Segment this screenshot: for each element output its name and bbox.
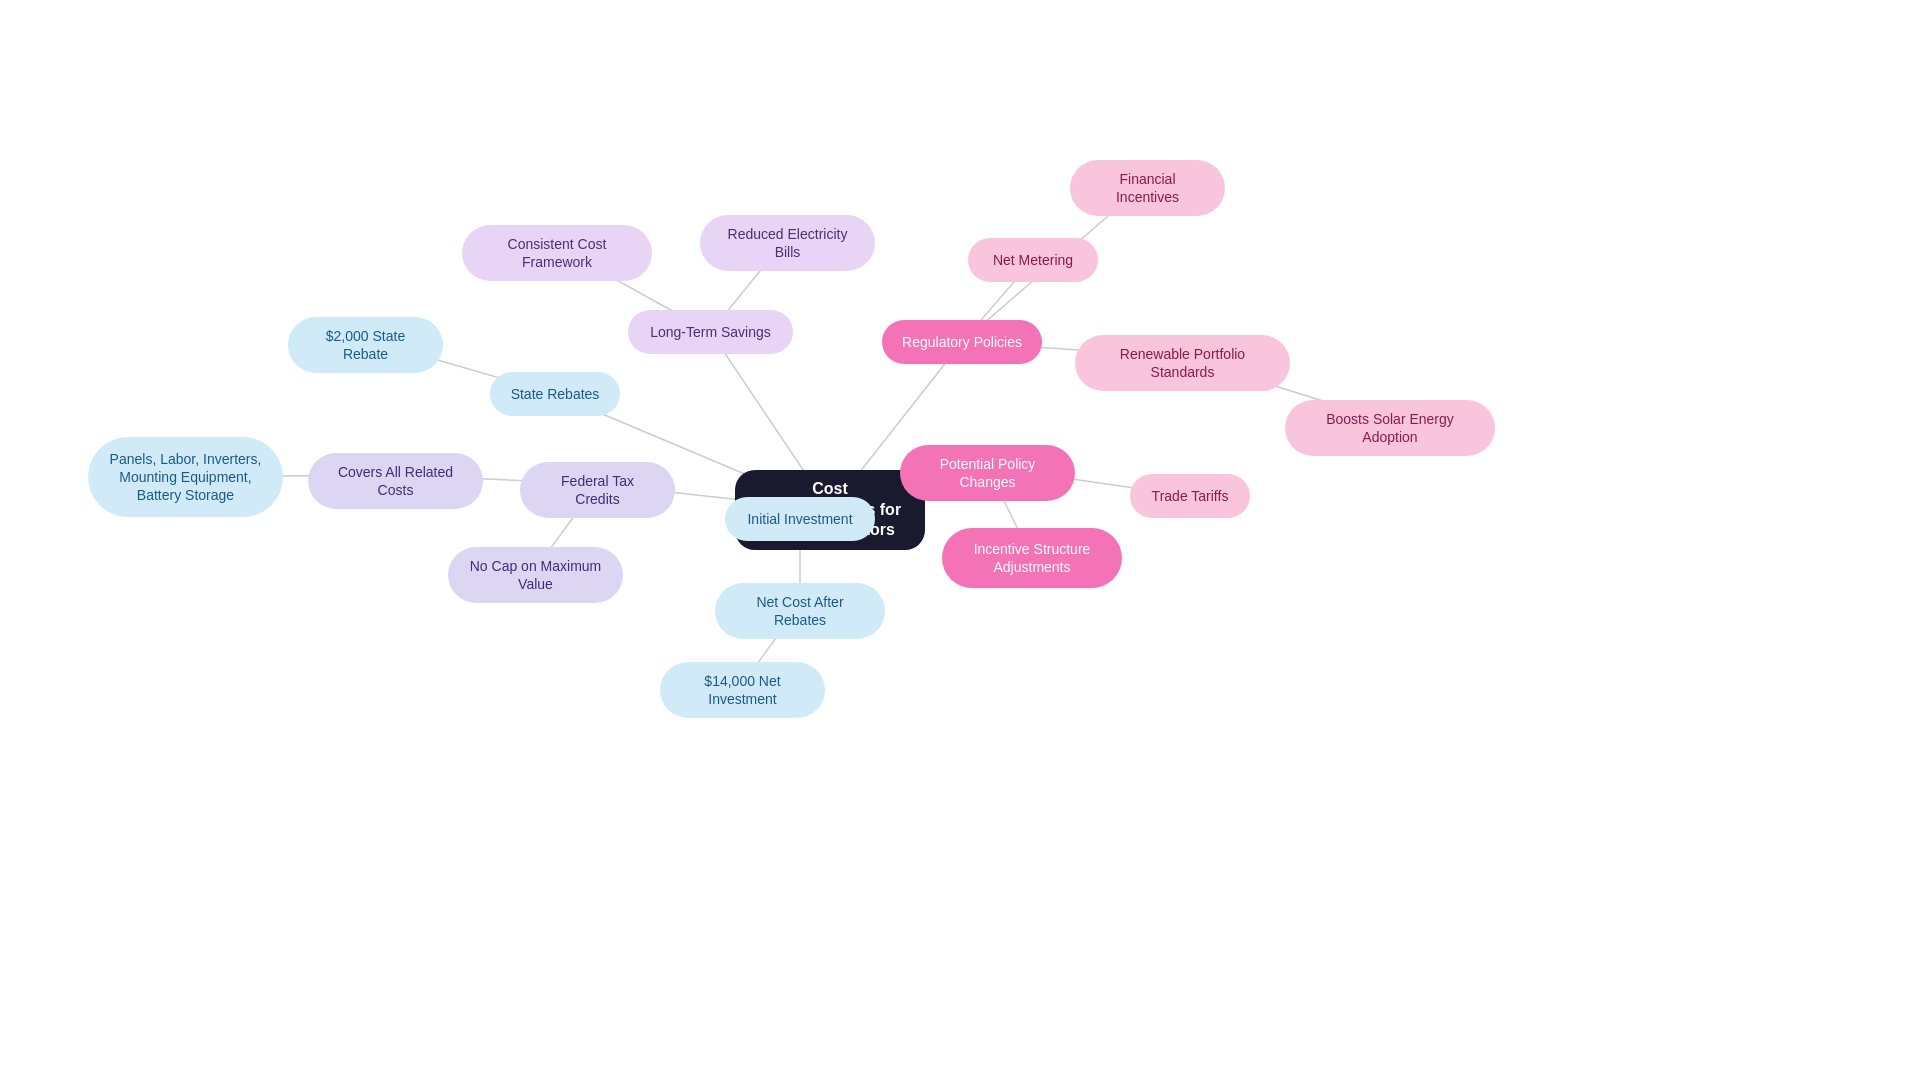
node-financial-incentives[interactable]: Financial Incentives [1070, 160, 1225, 216]
node-regulatory-policies[interactable]: Regulatory Policies [882, 320, 1042, 364]
node-2000-state-rebate[interactable]: $2,000 State Rebate [288, 317, 443, 373]
node-federal-tax-credits[interactable]: Federal Tax Credits [520, 462, 675, 518]
node-boosts-solar-energy-adoption[interactable]: Boosts Solar Energy Adoption [1285, 400, 1495, 456]
node-state-rebates[interactable]: State Rebates [490, 372, 620, 416]
node-covers-all-related-costs[interactable]: Covers All Related Costs [308, 453, 483, 509]
node-panels-labor[interactable]: Panels, Labor, Inverters, Mounting Equip… [88, 437, 283, 517]
node-renewable-portfolio-standards[interactable]: Renewable Portfolio Standards [1075, 335, 1290, 391]
node-net-cost-after-rebates[interactable]: Net Cost After Rebates [715, 583, 885, 639]
node-trade-tariffs[interactable]: Trade Tariffs [1130, 474, 1250, 518]
node-initial-investment[interactable]: Initial Investment [725, 497, 875, 541]
node-no-cap-maximum[interactable]: No Cap on Maximum Value [448, 547, 623, 603]
node-14000-net-investment[interactable]: $14,000 Net Investment [660, 662, 825, 718]
node-potential-policy-changes[interactable]: Potential Policy Changes [900, 445, 1075, 501]
node-long-term-savings[interactable]: Long-Term Savings [628, 310, 793, 354]
node-consistent-cost-framework[interactable]: Consistent Cost Framework [462, 225, 652, 281]
node-net-metering[interactable]: Net Metering [968, 238, 1098, 282]
node-reduced-electricity-bills[interactable]: Reduced Electricity Bills [700, 215, 875, 271]
node-incentive-structure-adjustments[interactable]: Incentive Structure Adjustments [942, 528, 1122, 588]
